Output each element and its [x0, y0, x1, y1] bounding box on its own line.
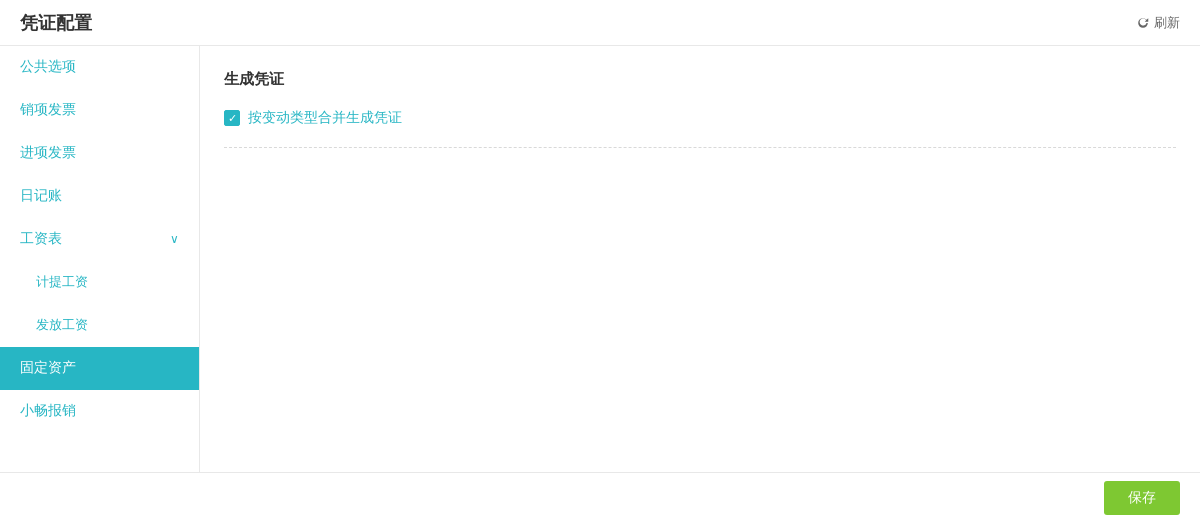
sidebar-item-payroll-accrual[interactable]: 计提工资 [0, 261, 199, 304]
sidebar: 公共选项销项发票进项发票日记账工资表 ∨ 计提工资发放工资固定资产小畅报销 [0, 46, 200, 472]
sidebar-item-fixed-assets[interactable]: 固定资产 [0, 347, 199, 390]
header: 凭证配置 刷新 [0, 0, 1200, 46]
sidebar-item-label: 进项发票 [20, 144, 76, 162]
refresh-label: 刷新 [1154, 14, 1180, 32]
checkbox-merge-label: 按变动类型合并生成凭证 [248, 109, 402, 127]
sidebar-item-payroll-table[interactable]: 工资表 ∨ [0, 218, 199, 261]
sidebar-item-label: 发放工资 [36, 316, 88, 334]
sidebar-item-label: 销项发票 [20, 101, 76, 119]
sidebar-item-purchase-invoice[interactable]: 进项发票 [0, 132, 199, 175]
refresh-button[interactable]: 刷新 [1136, 14, 1180, 32]
sidebar-item-public-options[interactable]: 公共选项 [0, 46, 199, 89]
main-content: 公共选项销项发票进项发票日记账工资表 ∨ 计提工资发放工资固定资产小畅报销 生成凭证… [0, 46, 1200, 472]
sidebar-item-payroll-release[interactable]: 发放工资 [0, 304, 199, 347]
section-title: 生成凭证 [224, 70, 1176, 89]
sidebar-item-label: 日记账 [20, 187, 62, 205]
chevron-down-icon: ∨ [170, 232, 179, 246]
sidebar-item-label: 工资表 [20, 230, 62, 248]
sidebar-item-label: 公共选项 [20, 58, 76, 76]
sidebar-item-journal[interactable]: 日记账 [0, 175, 199, 218]
page-title: 凭证配置 [20, 11, 92, 35]
sidebar-item-label: 固定资产 [20, 359, 76, 377]
checkbox-merge-type[interactable] [224, 110, 240, 126]
sidebar-item-label: 计提工资 [36, 273, 88, 291]
section-divider [224, 147, 1176, 148]
footer: 保存 [0, 472, 1200, 522]
sidebar-item-label: 小畅报销 [20, 402, 76, 420]
refresh-icon [1136, 16, 1150, 30]
content-area: 生成凭证 按变动类型合并生成凭证 [200, 46, 1200, 472]
sidebar-item-sales-invoice[interactable]: 销项发票 [0, 89, 199, 132]
checkbox-row: 按变动类型合并生成凭证 [224, 109, 1176, 127]
sidebar-item-expense-report[interactable]: 小畅报销 [0, 390, 199, 433]
save-button[interactable]: 保存 [1104, 481, 1180, 515]
